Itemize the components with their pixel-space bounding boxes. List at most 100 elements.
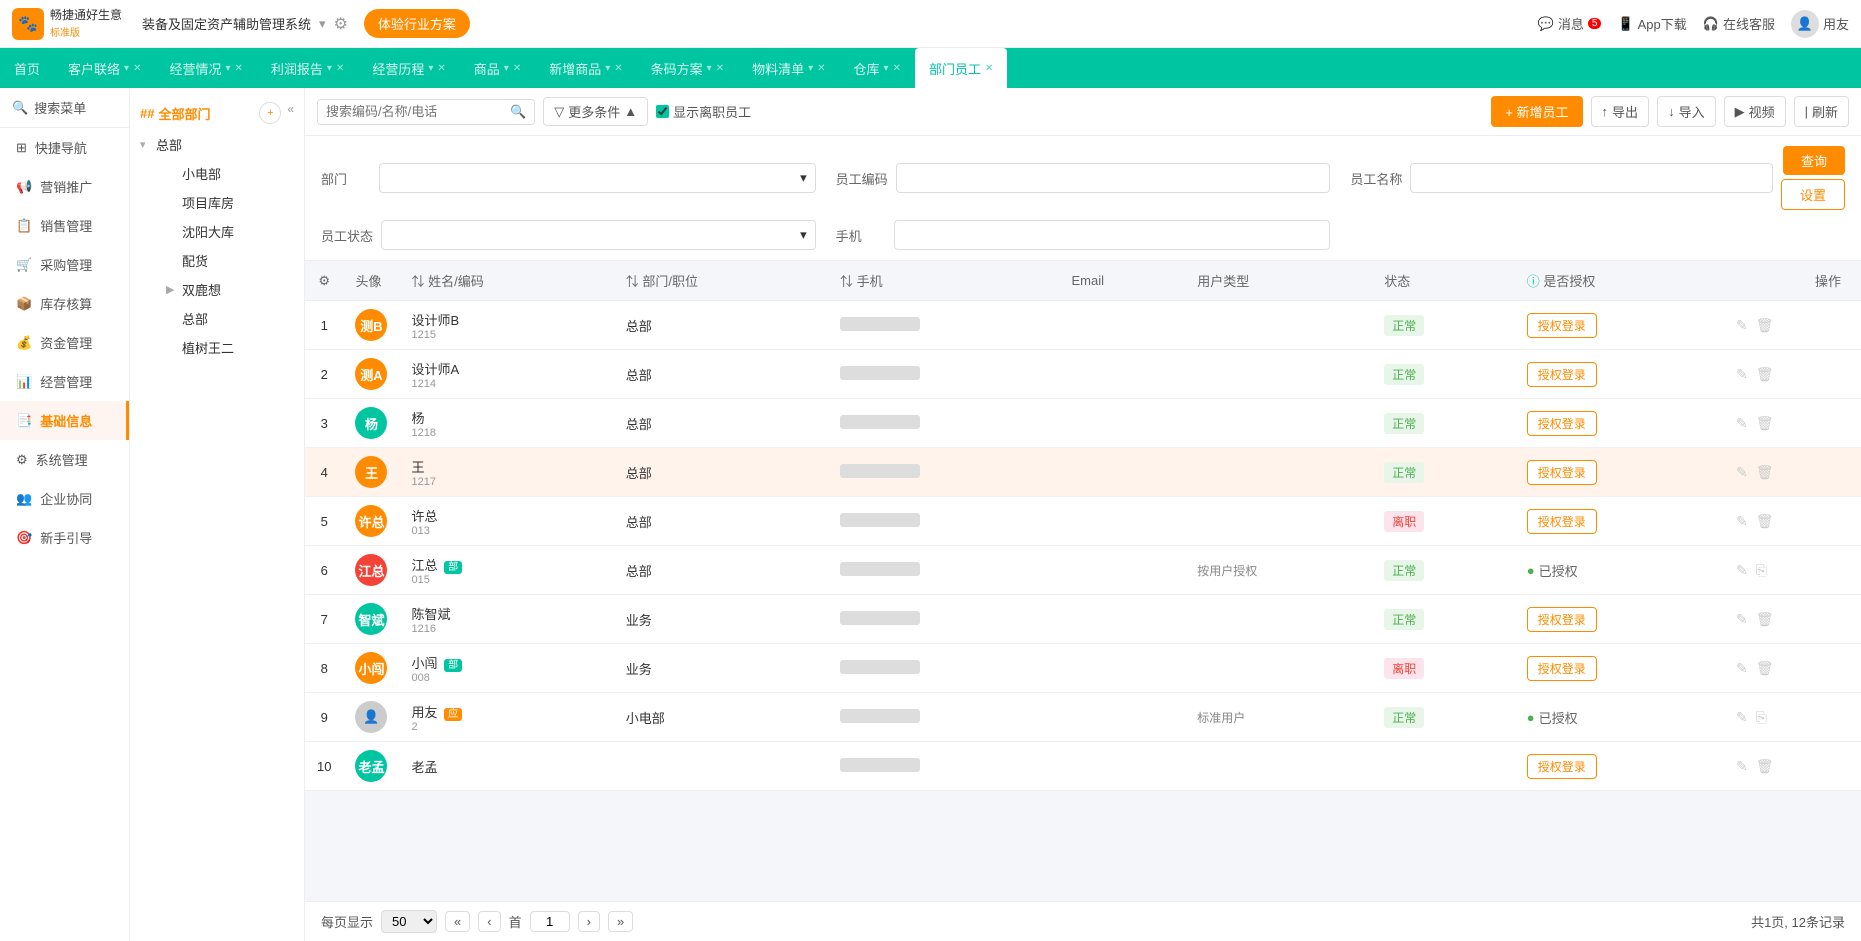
tab-process[interactable]: 经营历程 ▾ ✕ [358,48,459,88]
close-icon[interactable]: ✕ [235,63,243,74]
tab-warehouse[interactable]: 仓库 ▾ ✕ [840,48,915,88]
edit-icon[interactable]: ✎ [1736,464,1748,481]
edit-icon[interactable]: ✎ [1736,709,1748,726]
app-download-button[interactable]: 📱 App下载 [1617,14,1686,33]
trial-button[interactable]: 体验行业方案 [364,9,470,38]
dept-node-xiaodibu[interactable]: 小电部 [152,159,304,188]
edit-icon[interactable]: ✎ [1736,758,1748,775]
copy-icon[interactable]: ⎘ [1756,709,1767,726]
delete-icon[interactable]: 🗑 [1756,758,1774,775]
close-icon[interactable]: ✕ [133,63,141,74]
close-icon[interactable]: ✕ [614,63,622,74]
import-button[interactable]: ↓ 导入 [1657,96,1716,127]
search-input[interactable] [326,104,506,119]
tab-goods[interactable]: 商品 ▾ ✕ [460,48,535,88]
sidebar-item-guide[interactable]: 🎯 新手引导 [0,518,129,557]
chevron-down-icon[interactable]: ▾ [319,16,326,32]
dept-node-shuangluxiang[interactable]: ▶ 双鹿想 [152,275,304,304]
page-input[interactable] [530,911,570,932]
auth-button[interactable]: 授权登录 [1527,607,1597,632]
search-menu-button[interactable]: 🔍 搜索菜单 [0,88,129,128]
filter-phone-input[interactable] [894,220,1331,250]
auth-button[interactable]: 授权登录 [1527,313,1597,338]
edit-icon[interactable]: ✎ [1736,317,1748,334]
tab-add-goods[interactable]: 新增商品 ▾ ✕ [535,48,636,88]
tab-profit[interactable]: 利润报告 ▾ ✕ [257,48,358,88]
sidebar-item-inventory[interactable]: 📦 库存核算 [0,284,129,323]
dept-collapse-button[interactable]: « [287,102,294,124]
col-settings[interactable]: ⚙ [305,261,343,301]
edit-icon[interactable]: ✎ [1736,611,1748,628]
edit-icon[interactable]: ✎ [1736,366,1748,383]
sidebar-item-purchase[interactable]: 🛒 采购管理 [0,245,129,284]
auth-button[interactable]: 授权登录 [1527,362,1597,387]
auth-button[interactable]: 授权登录 [1527,656,1597,681]
close-icon[interactable]: ✕ [513,63,521,74]
edit-icon[interactable]: ✎ [1736,415,1748,432]
add-employee-button[interactable]: + 新增员工 [1491,96,1582,127]
delete-icon[interactable]: 🗑 [1756,317,1774,334]
sidebar-item-basic[interactable]: 📑 基础信息 [0,401,129,440]
gear-icon[interactable]: ⚙ [334,14,348,34]
search-input-wrapper[interactable]: 🔍 [317,99,535,125]
tab-barcode[interactable]: 条码方案 ▾ ✕ [637,48,738,88]
export-button[interactable]: ↑ 导出 [1591,96,1650,127]
dept-add-button[interactable]: + [259,102,281,124]
settings-button[interactable]: 设置 [1781,179,1845,210]
last-page-button[interactable]: » [608,911,633,932]
close-icon[interactable]: ✕ [437,63,445,74]
tab-home[interactable]: 首页 [0,48,54,88]
tab-dept-staff[interactable]: 部门员工 ✕ [915,48,1007,88]
tab-customer[interactable]: 客户联络 ▾ ✕ [54,48,155,88]
col-name-code[interactable]: ⇅ 姓名/编码 [399,261,613,301]
delete-icon[interactable]: 🗑 [1756,366,1774,383]
edit-icon[interactable]: ✎ [1736,660,1748,677]
first-page-button[interactable]: « [445,911,470,932]
edit-icon[interactable]: ✎ [1736,513,1748,530]
message-button[interactable]: 💬 消息 5 [1538,14,1602,33]
view-button[interactable]: ▶ 视频 [1724,96,1786,127]
auth-button[interactable]: 授权登录 [1527,460,1597,485]
more-filter-button[interactable]: ▽ 更多条件 ▲ [543,97,648,126]
close-icon[interactable]: ✕ [985,63,993,74]
sidebar-item-sales[interactable]: 📋 销售管理 [0,206,129,245]
close-icon[interactable]: ✕ [336,63,344,74]
online-service-button[interactable]: 🎧 在线客服 [1703,14,1775,33]
prev-page-button[interactable]: ‹ [478,911,500,932]
sidebar-item-collab[interactable]: 👥 企业协同 [0,479,129,518]
dept-node-xiangmukufang[interactable]: 项目库房 [152,188,304,217]
close-icon[interactable]: ✕ [817,63,825,74]
delete-icon[interactable]: 🗑 [1756,513,1774,530]
sidebar-item-system[interactable]: ⚙ 系统管理 [0,440,129,479]
filter-dept-select[interactable]: ▾ [379,163,816,193]
dept-node-root[interactable]: ▾ 总部 [130,130,304,159]
query-button[interactable]: 查询 [1783,146,1845,175]
show-resigned-checkbox[interactable] [656,105,669,118]
copy-icon[interactable]: ⎘ [1756,562,1767,579]
sidebar-item-quicknav[interactable]: ⊞ 快捷导航 [0,128,129,167]
edit-icon[interactable]: ✎ [1736,562,1748,579]
close-icon[interactable]: ✕ [716,63,724,74]
auth-button[interactable]: 授权登录 [1527,754,1597,779]
auth-button[interactable]: 授权登录 [1527,509,1597,534]
dept-node-zongbu[interactable]: 总部 [152,304,304,333]
tab-bom[interactable]: 物料清单 ▾ ✕ [738,48,839,88]
sidebar-item-business[interactable]: 📊 经营管理 [0,362,129,401]
col-phone[interactable]: ⇅ 手机 [828,261,1060,301]
per-page-select[interactable]: 50 100 [381,910,437,933]
filter-empstatus-select[interactable]: ▾ [381,220,816,250]
filter-empcode-input[interactable] [896,163,1331,193]
dept-node-peihuo[interactable]: 配货 [152,246,304,275]
filter-empname-input[interactable] [1410,163,1773,193]
delete-icon[interactable]: 🗑 [1756,660,1774,677]
sidebar-item-finance[interactable]: 💰 资金管理 [0,323,129,362]
close-icon[interactable]: ✕ [893,63,901,74]
user-menu[interactable]: 👤 用友 [1791,10,1849,38]
dept-node-shenyangdaku[interactable]: 沈阳大库 [152,217,304,246]
refresh-button[interactable]: | 刷新 [1794,96,1849,127]
delete-icon[interactable]: 🗑 [1756,464,1774,481]
sidebar-item-marketing[interactable]: 📢 营销推广 [0,167,129,206]
delete-icon[interactable]: 🗑 [1756,611,1774,628]
col-dept-pos[interactable]: ⇅ 部门/职位 [614,261,828,301]
show-resigned-checkbox-label[interactable]: 显示离职员工 [656,102,751,121]
